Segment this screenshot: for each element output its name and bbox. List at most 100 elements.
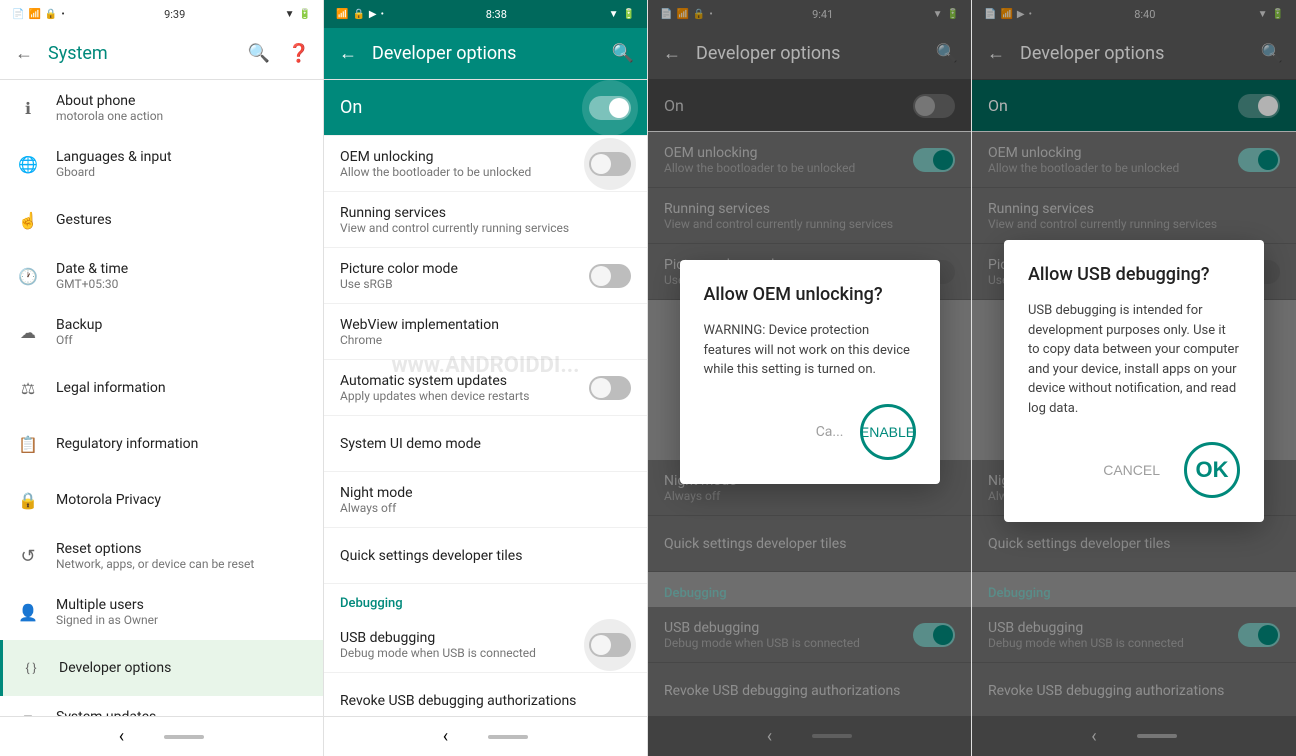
sidebar-item-about-phone[interactable]: ℹ About phone motorola one action bbox=[0, 80, 323, 136]
autoupdate-toggle-thumb bbox=[591, 378, 611, 398]
dev-item-oem-unlocking[interactable]: OEM unlocking Allow the bootloader to be… bbox=[324, 136, 647, 192]
enable-circle: Enable bbox=[860, 404, 916, 460]
status-icons-mid: 📶 🔒 ▶ • bbox=[336, 9, 384, 20]
about-title: About phone bbox=[56, 93, 163, 109]
oem-dialog: Allow OEM unlocking? WARNING: Device pro… bbox=[680, 260, 940, 484]
sidebar-item-system-updates[interactable]: 📱 System updates Updated to Android 9 bbox=[0, 696, 323, 716]
dev-item-webview[interactable]: WebView implementation Chrome bbox=[324, 304, 647, 360]
datetime-title: Date & time bbox=[56, 261, 128, 277]
oem-cancel-button[interactable]: Ca... bbox=[816, 424, 844, 440]
sim-icon-mid: 📶 bbox=[336, 9, 348, 20]
developer-on-toggle[interactable]: On bbox=[324, 80, 647, 136]
status-icons-left: 📄 📶 🔒 • bbox=[12, 9, 65, 20]
nav-back-mid[interactable]: ‹ bbox=[443, 726, 448, 747]
doc-icon: 📄 bbox=[12, 9, 24, 20]
dev-item-running-services[interactable]: Running services View and control curren… bbox=[324, 192, 647, 248]
dev-item-night-mode[interactable]: Night mode Always off bbox=[324, 472, 647, 528]
sidebar-item-languages[interactable]: 🌐 Languages & input Gboard bbox=[0, 136, 323, 192]
usbdebug-title: USB debugging bbox=[340, 630, 589, 646]
sidebar-item-legal[interactable]: ⚖ Legal information bbox=[0, 360, 323, 416]
regulatory-icon: 📋 bbox=[16, 432, 40, 456]
quicksettings-title: Quick settings developer tiles bbox=[340, 548, 631, 564]
oem-toggle[interactable] bbox=[589, 152, 631, 176]
developer-icon: { } bbox=[19, 656, 43, 680]
regulatory-title: Regulatory information bbox=[56, 436, 198, 452]
picture-subtitle: Use sRGB bbox=[340, 277, 589, 291]
help-button-left[interactable]: ❓ bbox=[283, 38, 315, 70]
sidebar-item-regulatory[interactable]: 📋 Regulatory information bbox=[0, 416, 323, 472]
on-label: On bbox=[340, 97, 589, 118]
datetime-subtitle: GMT+05:30 bbox=[56, 277, 128, 291]
panel-developer-usb-dialog: 📄 📶 ▶ • 8:40 ▼ 🔋 ← Developer options 🔍 O… bbox=[972, 0, 1296, 756]
status-bar-left: 📄 📶 🔒 • 9:39 ▼ 🔋 bbox=[0, 0, 323, 28]
sidebar-item-backup[interactable]: ☁ Backup Off bbox=[0, 304, 323, 360]
autoupdate-subtitle: Apply updates when device restarts bbox=[340, 389, 589, 403]
dev-item-quick-settings[interactable]: Quick settings developer tiles bbox=[324, 528, 647, 584]
about-icon: ℹ bbox=[16, 96, 40, 120]
dot-icon: • bbox=[61, 9, 64, 20]
picture-toggle[interactable] bbox=[589, 264, 631, 288]
backup-title: Backup bbox=[56, 317, 102, 333]
on-toggle-container bbox=[589, 96, 631, 120]
gestures-icon: ☝ bbox=[16, 208, 40, 232]
topbar-mid: ← Developer options 🔍 bbox=[324, 28, 647, 80]
users-subtitle: Signed in as Owner bbox=[56, 613, 158, 627]
oem-dialog-body: WARNING: Device protection features will… bbox=[704, 321, 916, 380]
right-icons-mid: ▼ 🔋 bbox=[609, 9, 635, 20]
usb-dialog-overlay: Allow USB debugging? USB debugging is in… bbox=[972, 0, 1296, 756]
topbar-left: ← System 🔍 ❓ bbox=[0, 28, 323, 80]
oem-toggle-thumb bbox=[591, 154, 611, 174]
datetime-icon: 🕐 bbox=[16, 264, 40, 288]
dev-item-picture-color[interactable]: Picture color mode Use sRGB bbox=[324, 248, 647, 304]
back-button-left[interactable]: ← bbox=[8, 38, 40, 70]
dev-item-usb-debugging[interactable]: USB debugging Debug mode when USB is con… bbox=[324, 617, 647, 673]
oem-dialog-buttons: Ca... Enable bbox=[704, 404, 916, 460]
battery-icon-mid: 🔋 bbox=[623, 9, 635, 20]
sidebar-item-multiple-users[interactable]: 👤 Multiple users Signed in as Owner bbox=[0, 584, 323, 640]
oem-dialog-overlay: Allow OEM unlocking? WARNING: Device pro… bbox=[648, 0, 971, 756]
oem-enable-button[interactable]: Enable bbox=[852, 420, 923, 444]
languages-icon: 🌐 bbox=[16, 152, 40, 176]
about-subtitle: motorola one action bbox=[56, 109, 163, 123]
dev-item-revoke-usb[interactable]: Revoke USB debugging authorizations bbox=[324, 673, 647, 716]
sidebar-item-date-time[interactable]: 🕐 Date & time GMT+05:30 bbox=[0, 248, 323, 304]
oem-dialog-title: Allow OEM unlocking? bbox=[704, 284, 916, 305]
usb-toggle[interactable] bbox=[589, 633, 631, 657]
users-title: Multiple users bbox=[56, 597, 158, 613]
topbar-title-left: System bbox=[48, 43, 235, 64]
search-button-mid[interactable]: 🔍 bbox=[607, 38, 639, 70]
sidebar-item-developer[interactable]: { } Developer options bbox=[0, 640, 323, 696]
reset-icon: ↺ bbox=[16, 544, 40, 568]
sidebar-item-reset[interactable]: ↺ Reset options Network, apps, or device… bbox=[0, 528, 323, 584]
nav-back-left[interactable]: ‹ bbox=[119, 726, 124, 747]
webview-subtitle: Chrome bbox=[340, 333, 631, 347]
wifi-icon-left: ▼ bbox=[285, 9, 295, 20]
on-toggle[interactable] bbox=[589, 96, 631, 120]
picture-toggle-thumb bbox=[591, 266, 611, 286]
usb-ok-button[interactable]: OK bbox=[1188, 453, 1237, 487]
privacy-title: Motorola Privacy bbox=[56, 492, 161, 508]
sidebar-item-motorola-privacy[interactable]: 🔒 Motorola Privacy bbox=[0, 472, 323, 528]
ok-circle: OK bbox=[1184, 442, 1240, 498]
dev-options-list: OEM unlocking Allow the bootloader to be… bbox=[324, 136, 647, 716]
lock-icon: 🔒 bbox=[45, 9, 57, 20]
nav-home-mid[interactable] bbox=[488, 735, 528, 739]
oem-subtitle: Allow the bootloader to be unlocked bbox=[340, 165, 589, 179]
sidebar-list: ℹ About phone motorola one action 🌐 Lang… bbox=[0, 80, 323, 716]
languages-title: Languages & input bbox=[56, 149, 172, 165]
picture-title: Picture color mode bbox=[340, 261, 589, 277]
dev-item-auto-updates[interactable]: Automatic system updates Apply updates w… bbox=[324, 360, 647, 416]
usb-cancel-button[interactable]: Cancel bbox=[1095, 458, 1168, 482]
users-icon: 👤 bbox=[16, 600, 40, 624]
running-title: Running services bbox=[340, 205, 631, 221]
revoke-title: Revoke USB debugging authorizations bbox=[340, 693, 631, 709]
nav-bar-mid: ‹ bbox=[324, 716, 647, 756]
updates-title: System updates bbox=[56, 709, 169, 716]
autoupdate-toggle[interactable] bbox=[589, 376, 631, 400]
sidebar-item-gestures[interactable]: ☝ Gestures bbox=[0, 192, 323, 248]
search-button-left[interactable]: 🔍 bbox=[243, 38, 275, 70]
panel-developer-oem-dialog: 📄 📶 🔒 • 9:41 ▼ 🔋 ← Developer options 🔍 O… bbox=[648, 0, 972, 756]
nav-home-left[interactable] bbox=[164, 735, 204, 739]
dev-item-ui-demo[interactable]: System UI demo mode bbox=[324, 416, 647, 472]
back-button-mid[interactable]: ← bbox=[332, 38, 364, 70]
